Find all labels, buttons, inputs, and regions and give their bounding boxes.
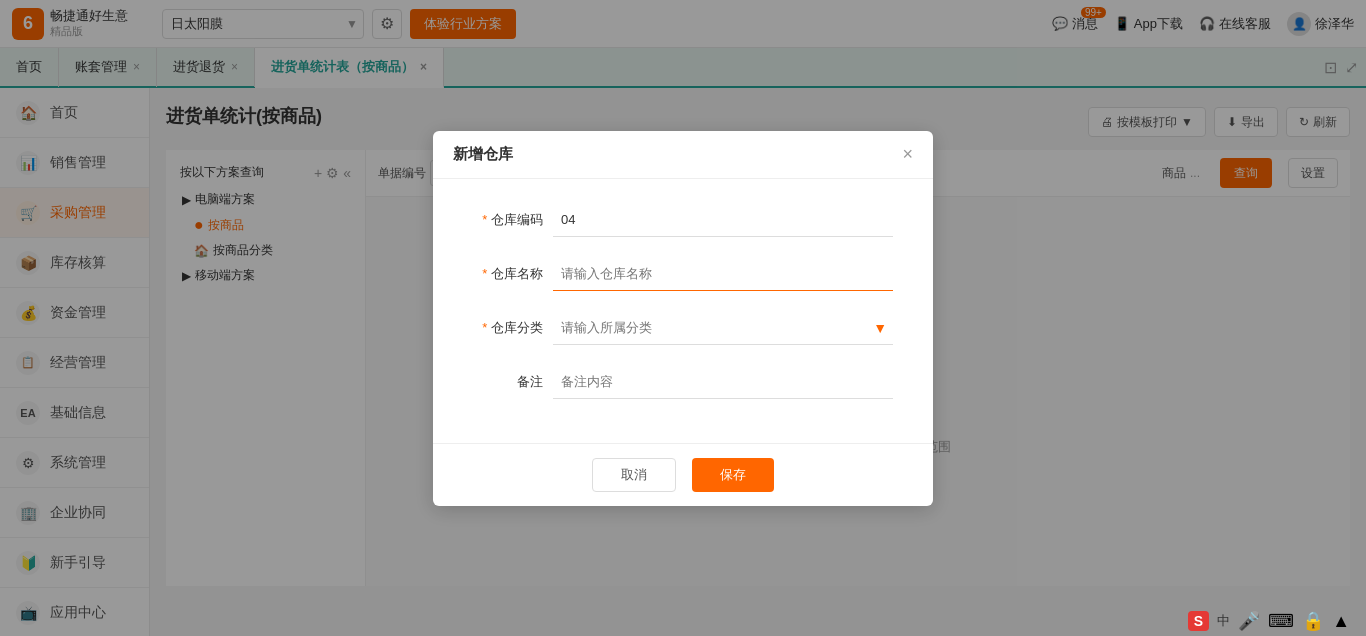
remark-label: 备注 <box>473 373 553 391</box>
status-lock-icon[interactable]: 🔒 <box>1302 610 1324 632</box>
warehouse-code-input[interactable] <box>553 203 893 237</box>
cancel-button[interactable]: 取消 <box>592 458 676 492</box>
status-s-icon[interactable]: S <box>1188 611 1209 631</box>
status-up-icon[interactable]: ▲ <box>1332 611 1350 632</box>
warehouse-code-row: 仓库编码 <box>473 203 893 237</box>
dialog-footer: 取消 保存 <box>433 443 933 506</box>
dialog-title: 新增仓库 <box>453 145 513 164</box>
status-bar: S 中 🎤 ⌨ 🔒 ▲ <box>1172 606 1366 636</box>
dialog-body: 仓库编码 仓库名称 仓库分类 ▼ 备注 <box>433 179 933 443</box>
warehouse-name-input[interactable] <box>553 257 893 291</box>
warehouse-code-label: 仓库编码 <box>473 211 553 229</box>
warehouse-category-wrap: ▼ <box>553 311 893 345</box>
warehouse-name-row: 仓库名称 <box>473 257 893 291</box>
dialog-header: 新增仓库 × <box>433 131 933 179</box>
warehouse-category-label: 仓库分类 <box>473 319 553 337</box>
dialog-overlay: 新增仓库 × 仓库编码 仓库名称 仓库分类 ▼ <box>0 0 1366 636</box>
warehouse-name-label: 仓库名称 <box>473 265 553 283</box>
save-button[interactable]: 保存 <box>692 458 774 492</box>
category-caret-icon: ▼ <box>873 320 887 336</box>
status-zh-icon: 中 <box>1217 612 1230 630</box>
status-mic-icon[interactable]: 🎤 <box>1238 610 1260 632</box>
remark-row: 备注 <box>473 365 893 399</box>
warehouse-category-row: 仓库分类 ▼ <box>473 311 893 345</box>
new-warehouse-dialog: 新增仓库 × 仓库编码 仓库名称 仓库分类 ▼ <box>433 131 933 506</box>
status-keyboard-icon[interactable]: ⌨ <box>1268 610 1294 632</box>
warehouse-category-input[interactable] <box>553 311 893 345</box>
remark-input[interactable] <box>553 365 893 399</box>
dialog-close-button[interactable]: × <box>902 145 913 163</box>
